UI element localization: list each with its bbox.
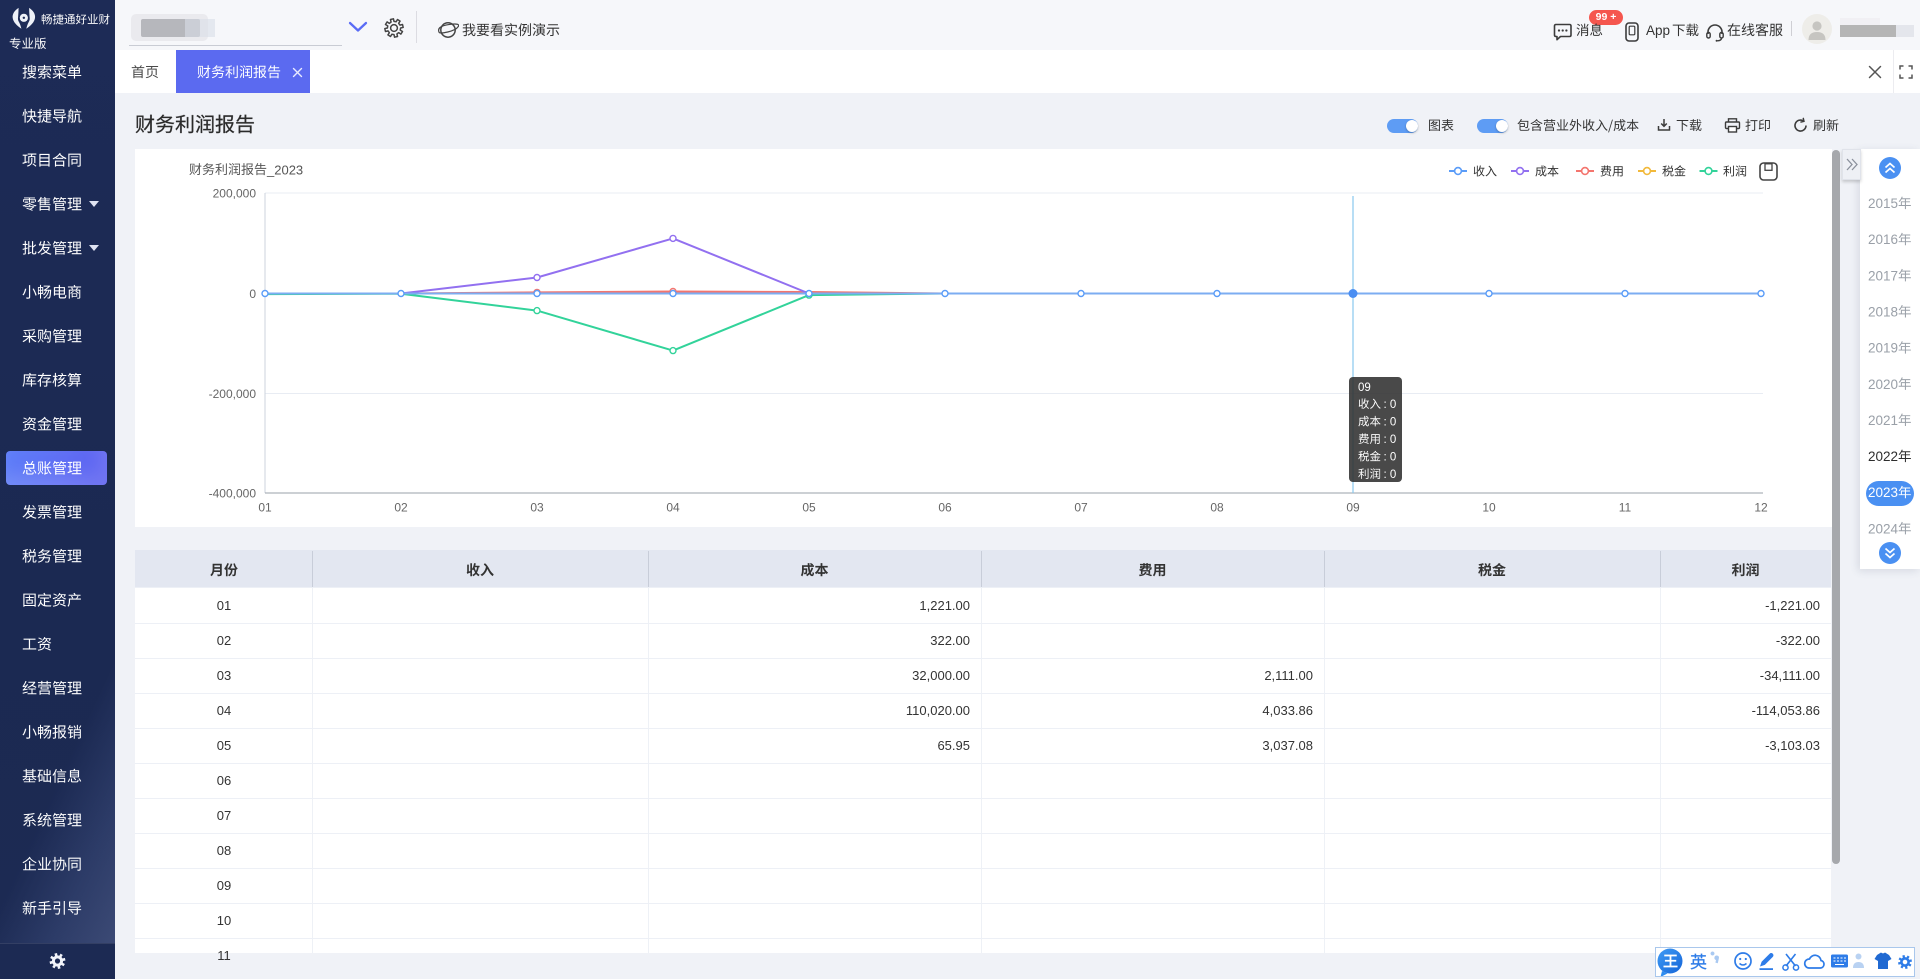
svg-text:-400,000: -400,000: [209, 486, 257, 500]
svg-text:08: 08: [1210, 501, 1224, 515]
svg-text:12: 12: [1754, 501, 1768, 515]
svg-text:200,000: 200,000: [213, 186, 257, 200]
svg-text:11: 11: [1619, 501, 1632, 515]
svg-text:-200,000: -200,000: [209, 387, 257, 401]
svg-text:01: 01: [258, 501, 272, 515]
svg-text:03: 03: [530, 501, 544, 515]
svg-text:_2023: _2023: [266, 163, 303, 178]
svg-text:09: 09: [1346, 501, 1360, 515]
svg-text:06: 06: [938, 501, 952, 515]
svg-text:02: 02: [394, 501, 408, 515]
svg-text:05: 05: [802, 501, 816, 515]
svg-text:10: 10: [1482, 501, 1496, 515]
svg-text:07: 07: [1074, 501, 1088, 515]
svg-text:0: 0: [249, 287, 256, 301]
svg-text:04: 04: [666, 501, 680, 515]
